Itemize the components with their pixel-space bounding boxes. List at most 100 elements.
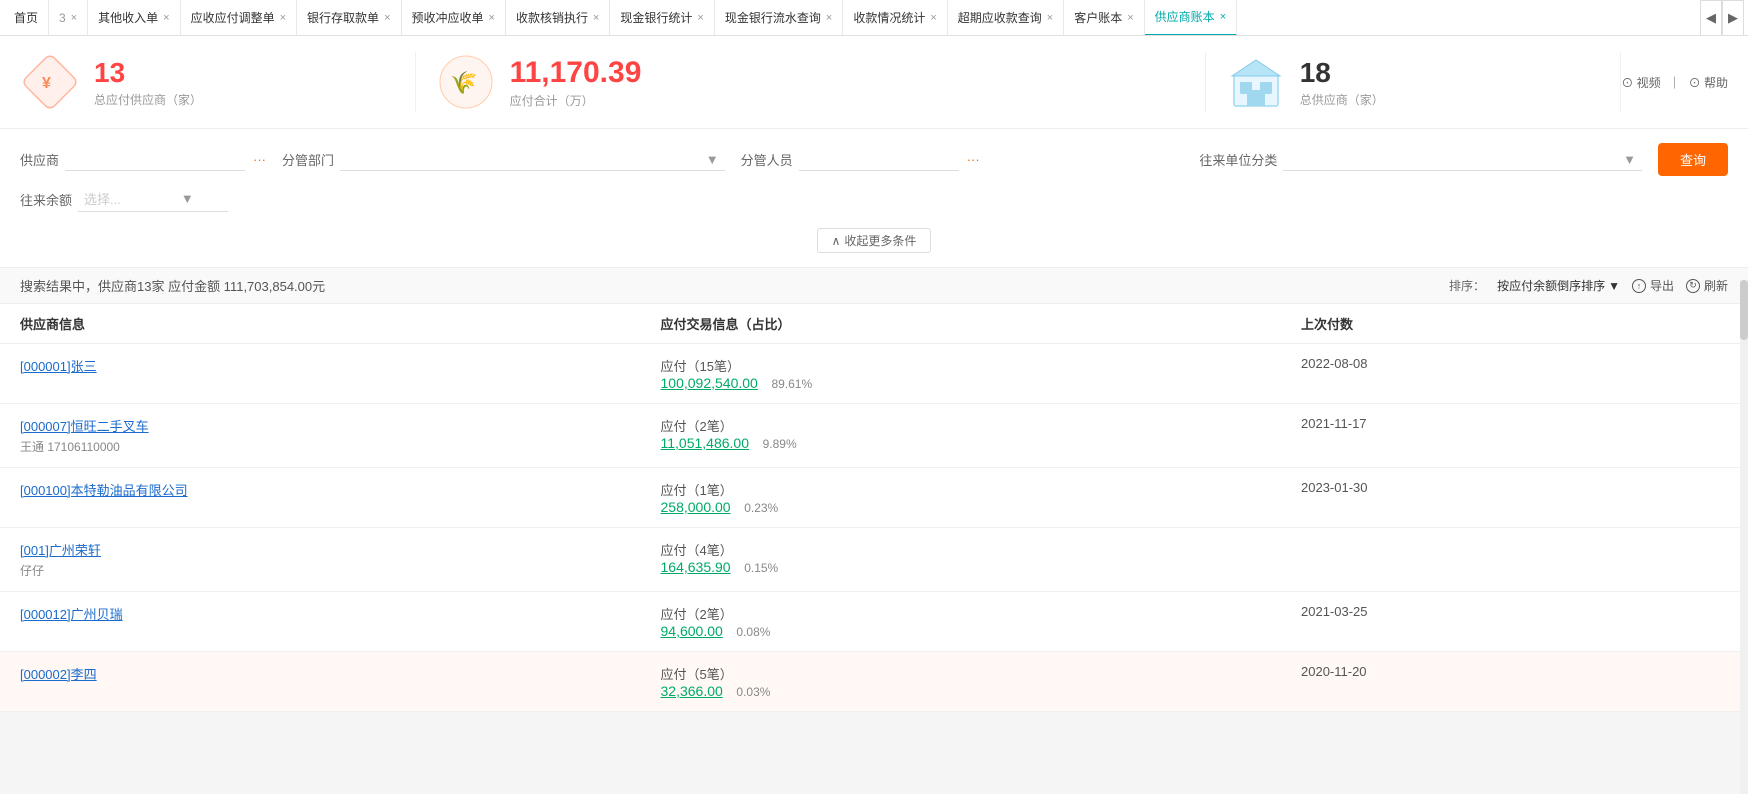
export-icon: ↑ [1632, 279, 1646, 293]
summary-item-payable-total: 🌾 11,170.39 应付合计（万） [416, 52, 1206, 112]
summary-content-payable-total: 11,170.39 应付合计（万） [510, 56, 642, 109]
supplier-input[interactable] [65, 149, 245, 171]
txn-label: 应付（1笔） [661, 480, 1302, 499]
top-nav: 首页 3 × 其他收入单 × 应收应付调整单 × 银行存取款单 × 预收冲应收单… [0, 0, 1748, 36]
payable-suppliers-number: 13 [94, 57, 202, 89]
category-select[interactable]: ▼ [1283, 149, 1642, 171]
nav-tab-overdue-ar[interactable]: 超期应收款查询 × [948, 0, 1064, 36]
txn-info: 应付（4笔） 164,635.90 0.15% [661, 540, 1302, 575]
export-label: 导出 [1650, 277, 1674, 294]
summary-content-payable-suppliers: 13 总应付供应商（家） [94, 57, 202, 108]
nav-next-button[interactable]: ▶ [1722, 0, 1744, 36]
result-summary-text: 搜索结果中，供应商13家 应付金额 111,703,854.00元 [20, 276, 325, 295]
scrollbar-thumb[interactable] [1740, 280, 1748, 340]
nav-tab-pre-receipt[interactable]: 预收冲应收单 × [402, 0, 506, 36]
txn-info: 应付（2笔） 94,600.00 0.08% [661, 604, 1302, 639]
table-header: 供应商信息 应付交易信息（占比） 上次付数 [0, 304, 1748, 344]
nav-tab-supplier-book[interactable]: 供应商账本 × [1145, 0, 1237, 36]
supplier-link[interactable]: [000100]本特勒油品有限公司 [20, 483, 188, 498]
txn-amount[interactable]: 94,600.00 [661, 623, 723, 639]
supplier-link[interactable]: [001]广州荣轩 [20, 543, 101, 558]
nav-tab-customer-book[interactable]: 客户账本 × [1064, 0, 1144, 36]
supplier-info: [000002]李四 [20, 664, 661, 683]
txn-amount[interactable]: 164,635.90 [661, 559, 731, 575]
table-row: [000002]李四 应付（5笔） 32,366.00 0.03% 2020-1… [0, 652, 1748, 712]
scrollbar-track[interactable] [1740, 280, 1748, 794]
close-icon[interactable]: × [593, 12, 599, 24]
close-icon[interactable]: × [489, 12, 495, 24]
person-dots-icon[interactable]: ··· [967, 152, 980, 167]
nav-tab-cash-bank-stat[interactable]: 现金银行统计 × [610, 0, 714, 36]
search-button[interactable]: 查询 [1658, 143, 1728, 176]
supplier-info: [000100]本特勒油品有限公司 [20, 480, 661, 499]
wheat-icon: 🌾 [436, 52, 496, 112]
supplier-label: 供应商 [20, 150, 59, 169]
close-icon[interactable]: × [280, 12, 286, 24]
txn-percent: 0.15% [744, 561, 778, 575]
txn-info: 应付（5笔） 32,366.00 0.03% [661, 664, 1302, 699]
nav-tab-ar-ap-adj[interactable]: 应收应付调整单 × [181, 0, 297, 36]
supplier-info: [001]广州荣轩 仔仔 [20, 540, 661, 579]
supplier-link[interactable]: [000012]广州贝瑞 [20, 607, 123, 622]
txn-amount[interactable]: 11,051,486.00 [661, 435, 750, 451]
supplier-sub: 王通 17106110000 [20, 438, 661, 455]
sort-select[interactable]: 按应付余额倒序排序 ▼ [1497, 277, 1620, 294]
refresh-button[interactable]: ↻ 刷新 [1686, 277, 1728, 294]
close-icon[interactable]: × [930, 12, 936, 24]
supplier-link[interactable]: [000007]恒旺二手叉车 [20, 419, 149, 434]
help-link[interactable]: ⊙ 帮助 [1689, 74, 1728, 91]
supplier-link[interactable]: [000001]张三 [20, 359, 97, 374]
nav-tab-other-income[interactable]: 其他收入单 × [88, 0, 180, 36]
collapse-bar: ∧ 收起更多条件 [20, 222, 1728, 257]
close-icon[interactable]: × [384, 12, 390, 24]
store-icon [1226, 52, 1286, 112]
result-bar: 搜索结果中，供应商13家 应付金额 111,703,854.00元 排序： 按应… [0, 268, 1748, 304]
table-row: [001]广州荣轩 仔仔 应付（4笔） 164,635.90 0.15% [0, 528, 1748, 592]
nav-tab-pre-receipt-label: 预收冲应收单 [412, 9, 484, 26]
balance-select[interactable]: 选择... ▼ [78, 186, 228, 212]
supplier-link[interactable]: [000002]李四 [20, 667, 97, 682]
payable-total-number: 11,170.39 [510, 56, 642, 90]
close-icon[interactable]: × [826, 12, 832, 24]
filter-field-category: 往来单位分类 ▼ [1199, 149, 1642, 171]
supplier-dots-icon[interactable]: ··· [253, 152, 266, 167]
refresh-icon: ↻ [1686, 279, 1700, 293]
nav-prev-button[interactable]: ◀ [1700, 0, 1722, 36]
nav-tab-3[interactable]: 3 × [49, 0, 88, 36]
close-icon[interactable]: × [1127, 12, 1133, 24]
export-button[interactable]: ↑ 导出 [1632, 277, 1674, 294]
filter-field-balance: 往来余额 选择... ▼ [20, 186, 228, 212]
nav-tab-home[interactable]: 首页 [4, 0, 49, 36]
nav-tab-cash-bank-flow[interactable]: 现金银行流水查询 × [715, 0, 843, 36]
txn-amount[interactable]: 32,366.00 [661, 683, 723, 699]
category-label: 往来单位分类 [1199, 150, 1277, 169]
filter-row-2: 往来余额 选择... ▼ [20, 186, 1728, 212]
video-help-link[interactable]: ⊙ 视频 [1621, 74, 1660, 91]
nav-tab-customer-book-label: 客户账本 [1074, 9, 1122, 26]
txn-amount[interactable]: 100,092,540.00 [661, 375, 758, 391]
nav-tab-receipt-stat-label: 收款情况统计 [853, 9, 925, 26]
txn-label: 应付（5笔） [661, 664, 1302, 683]
collapse-button[interactable]: ∧ 收起更多条件 [817, 228, 932, 253]
nav-tab-bank-deposit[interactable]: 银行存取款单 × [297, 0, 401, 36]
close-icon[interactable]: × [697, 12, 703, 24]
person-input[interactable] [799, 149, 959, 171]
nav-tab-receipt-verify-label: 收款核销执行 [516, 9, 588, 26]
chevron-up-icon: ∧ [832, 234, 841, 248]
filter-field-supplier: 供应商 ··· [20, 149, 266, 171]
summary-item-payable-suppliers: ¥ 13 总应付供应商（家） [20, 52, 416, 112]
close-icon[interactable]: × [1047, 12, 1053, 24]
nav-tab-receipt-verify[interactable]: 收款核销执行 × [506, 0, 610, 36]
close-icon[interactable]: × [71, 12, 77, 24]
collapse-label: 收起更多条件 [844, 232, 916, 249]
txn-amount[interactable]: 258,000.00 [661, 499, 731, 515]
nav-tab-receipt-stat[interactable]: 收款情况统计 × [843, 0, 947, 36]
balance-chevron-down-icon: ▼ [181, 191, 194, 206]
dept-select[interactable]: ▼ [340, 149, 725, 171]
supplier-sub: 仔仔 [20, 562, 661, 579]
supplier-info: [000001]张三 [20, 356, 661, 375]
close-icon[interactable]: × [1220, 11, 1226, 23]
nav-tab-3-label: 3 [59, 11, 66, 25]
nav-tab-other-income-label: 其他收入单 [98, 9, 158, 26]
close-icon[interactable]: × [163, 12, 169, 24]
